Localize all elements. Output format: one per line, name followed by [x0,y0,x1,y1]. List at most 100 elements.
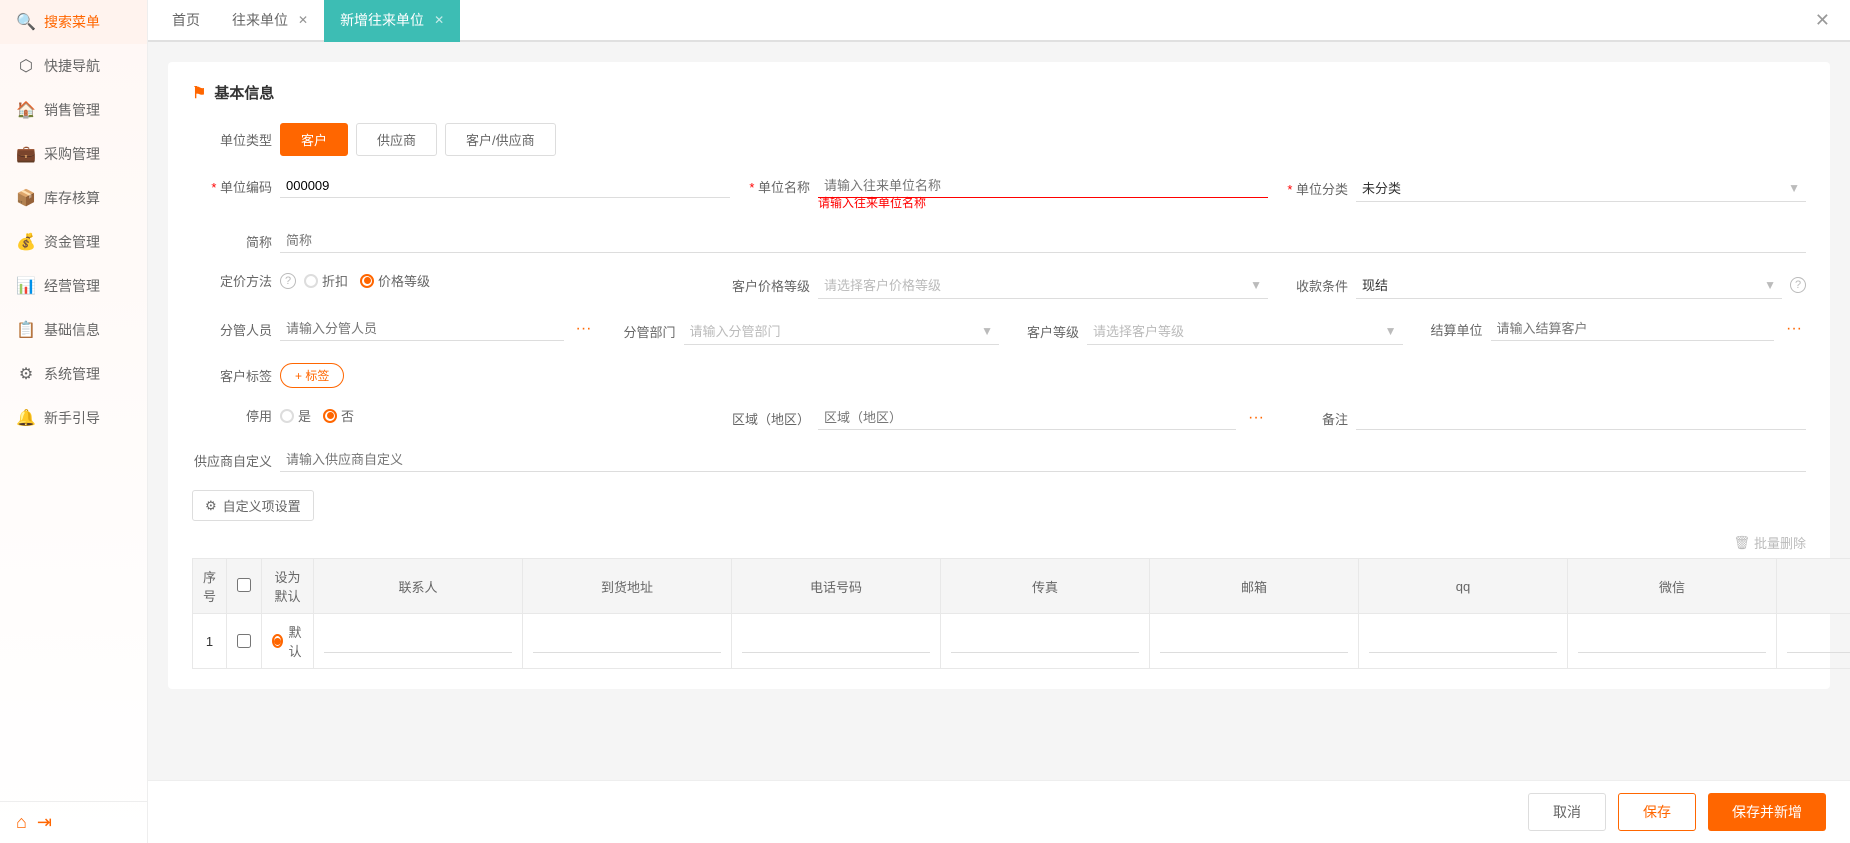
unit-category-select[interactable]: 未分类 ▼ [1356,174,1806,202]
main-area: 首页 往来单位 ✕ 新增往来单位 ✕ ✕ ⚑ 基本信息 单位类型 客户 [148,0,1850,843]
row-default-radio[interactable]: 默认 [272,622,303,660]
supplier-custom-input[interactable] [280,448,1806,472]
short-name-group: 简称 [192,229,1806,253]
disabled-region-row: 停用 是 否 区域（地区） ··· [192,406,1806,430]
disabled-no-radio[interactable]: 否 [323,406,354,425]
unit-type-customer[interactable]: 客户 [280,123,348,156]
pricing-method-group: 定价方法 ? 折扣 价格等级 [192,271,730,290]
row-wechat[interactable] [1568,614,1777,669]
department-select[interactable]: 请输入分管部门 ▼ [684,317,1000,345]
region-label: 区域（地区） [730,409,810,428]
unit-type-supplier[interactable]: 供应商 [356,123,437,156]
sidebar-item-purchase[interactable]: 💼 采购管理 [0,132,147,176]
sidebar-expand-icon[interactable]: ⇥ [37,812,52,833]
customer-level-group: 客户等级 请选择客户等级 ▼ [999,317,1403,345]
pricing-radio-group: 折扣 价格等级 [304,271,430,290]
customer-price-level-select[interactable]: 请选择客户价格等级 ▼ [818,271,1268,299]
row-contact[interactable] [314,614,523,669]
sidebar-item-system[interactable]: ⚙ 系统管理 [0,352,147,396]
remark-input[interactable] [1356,406,1806,430]
add-tag-button[interactable]: + 标签 [280,363,344,388]
unit-name-error: 请输入往来单位名称 [818,194,926,211]
manager-more-btn[interactable]: ··· [572,320,596,338]
cancel-button[interactable]: 取消 [1528,793,1606,831]
supplier-custom-label: 供应商自定义 [192,451,272,470]
col-contact: 联系人 [314,559,523,614]
col-address: 到货地址 [523,559,732,614]
col-region: 所在地区 [1777,559,1850,614]
customer-level-label: 客户等级 [999,322,1079,341]
batch-delete-area[interactable]: 🗑 批量删除 [192,533,1806,552]
manager-input[interactable] [280,317,564,341]
tab-new-partner-close[interactable]: ✕ [434,13,444,27]
disabled-label: 停用 [192,406,272,425]
unit-type-both[interactable]: 客户/供应商 [445,123,556,156]
unit-type-buttons: 客户 供应商 客户/供应商 [280,123,556,156]
row-address[interactable] [523,614,732,669]
col-checkbox [227,559,262,614]
short-name-label: 简称 [192,232,272,251]
flag-icon: ⚑ [192,83,206,103]
settlement-unit-input[interactable] [1491,317,1775,341]
disabled-yes-radio[interactable]: 是 [280,406,311,425]
payment-terms-help-icon[interactable]: ? [1790,277,1806,293]
row-default-circle [272,634,283,648]
sidebar-item-sales[interactable]: 🏠 销售管理 [0,88,147,132]
customer-level-select[interactable]: 请选择客户等级 ▼ [1087,317,1403,345]
sidebar-item-search[interactable]: 🔍 搜索菜单 [0,0,147,44]
sidebar-item-finance[interactable]: 💰 资金管理 [0,220,147,264]
region-input[interactable] [818,406,1236,430]
save-button[interactable]: 保存 [1618,793,1696,831]
row-fax[interactable] [941,614,1150,669]
row-qq[interactable] [1359,614,1568,669]
customer-tag-group: 客户标签 + 标签 [192,363,1806,388]
tab-partners[interactable]: 往来单位 ✕ [216,0,324,42]
row-checkbox[interactable] [237,634,251,648]
custom-settings-button[interactable]: ⚙ 自定义项设置 [192,490,314,521]
department-placeholder: 请输入分管部门 [690,321,982,340]
sidebar-item-basic[interactable]: 📋 基础信息 [0,308,147,352]
customer-tag-label: 客户标签 [192,366,272,385]
save-and-new-button[interactable]: 保存并新增 [1708,793,1826,831]
pricing-help-icon[interactable]: ? [280,273,296,289]
manager-group: 分管人员 ··· [192,317,596,341]
tab-bar: 首页 往来单位 ✕ 新增往来单位 ✕ ✕ [148,0,1850,42]
sidebar-item-quick-nav[interactable]: ⬡ 快捷导航 [0,44,147,88]
pricing-discount-circle [304,274,318,288]
col-seq: 序号 [193,559,227,614]
customer-price-level-placeholder: 请选择客户价格等级 [824,275,1250,294]
form-content: ⚑ 基本信息 单位类型 客户 供应商 客户/供应商 单位编码 [148,42,1850,780]
table-row: 1 默认 [193,614,1850,669]
pricing-grade-radio[interactable]: 价格等级 [360,271,430,290]
inventory-icon: 📦 [16,188,36,208]
row-seq: 1 [193,614,227,669]
select-all-checkbox[interactable] [237,578,251,592]
sidebar-home-icon[interactable]: ⌂ [16,812,27,833]
pricing-discount-radio[interactable]: 折扣 [304,271,348,290]
sidebar-item-inventory[interactable]: 📦 库存核算 [0,176,147,220]
sidebar-item-operations[interactable]: 📊 经营管理 [0,264,147,308]
department-group: 分管部门 请输入分管部门 ▼ [596,317,1000,345]
unit-code-group: 单位编码 [192,174,730,198]
unit-code-input[interactable] [280,174,730,198]
short-name-input[interactable] [280,229,1806,253]
row-checkbox-cell [227,614,262,669]
settlement-unit-more-btn[interactable]: ··· [1782,320,1806,338]
payment-terms-select[interactable]: 现结 ▼ [1356,271,1782,299]
search-icon: 🔍 [16,12,36,32]
custom-settings-gear-icon: ⚙ [205,498,217,514]
row-email[interactable] [1150,614,1359,669]
tab-partners-close[interactable]: ✕ [298,13,308,27]
row-region[interactable] [1777,614,1850,669]
tab-new-partner[interactable]: 新增往来单位 ✕ [324,0,460,42]
remark-group: 备注 [1268,406,1806,430]
short-name-row: 简称 [192,229,1806,253]
window-close-button[interactable]: ✕ [1803,10,1842,31]
sidebar-bottom: ⌂ ⇥ [0,801,147,843]
region-more-btn[interactable]: ··· [1244,409,1268,427]
supplier-custom-row: 供应商自定义 [192,448,1806,472]
tab-home[interactable]: 首页 [156,0,216,42]
row-phone[interactable] [732,614,941,669]
sidebar-item-newbie[interactable]: 🔔 新手引导 [0,396,147,440]
department-label: 分管部门 [596,322,676,341]
